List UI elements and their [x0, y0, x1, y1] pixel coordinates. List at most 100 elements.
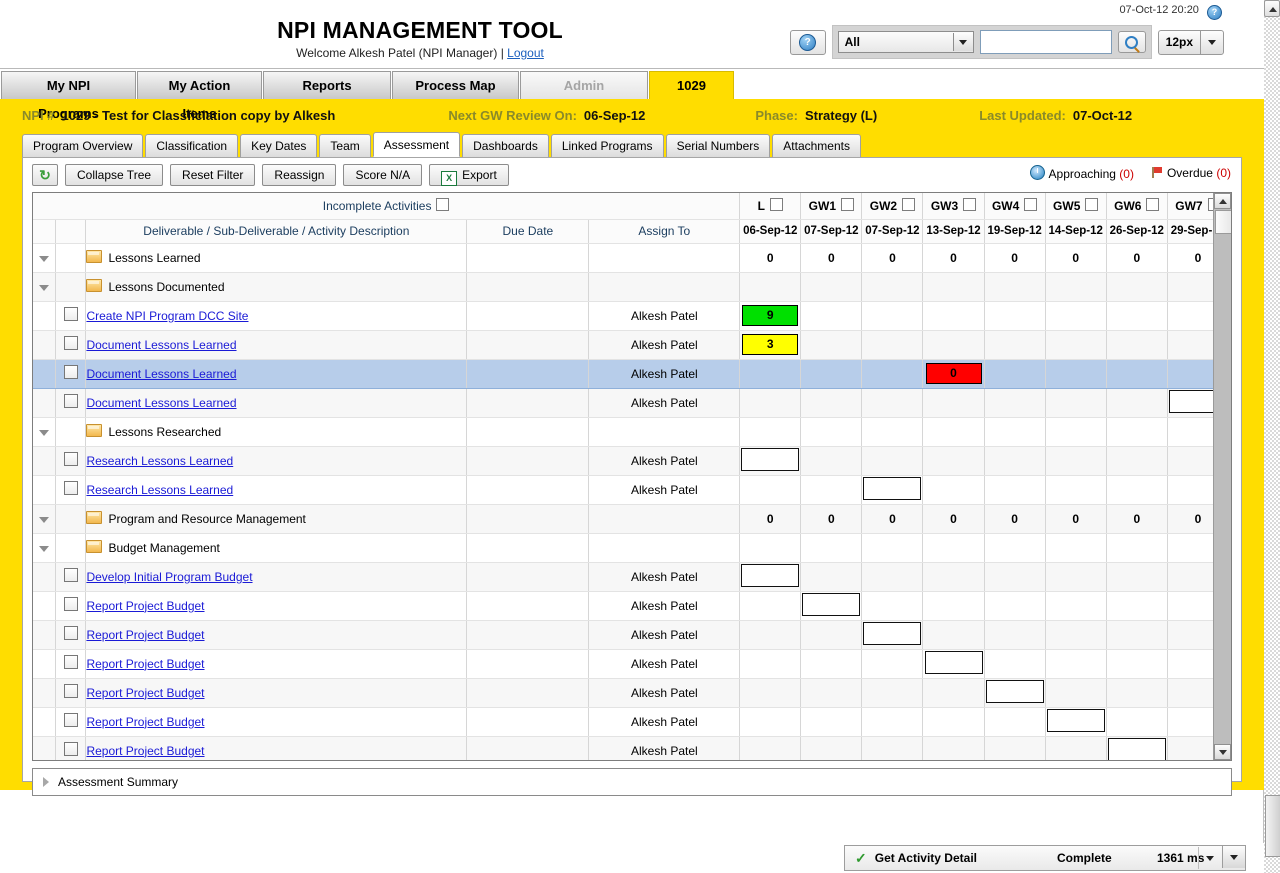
score-box[interactable]: 9 [742, 305, 799, 326]
row-checkbox[interactable] [63, 394, 78, 408]
row-checkbox-cell[interactable] [55, 301, 87, 331]
activity-link[interactable]: Report Project Budget [86, 686, 204, 700]
score-box-empty[interactable] [741, 563, 800, 587]
activity-link[interactable]: Report Project Budget [86, 715, 204, 729]
tab-process-map[interactable]: Process Map [392, 71, 519, 99]
gate-cell-gw1[interactable] [800, 591, 863, 621]
row-checkbox[interactable] [63, 713, 78, 727]
grid-vertical-scrollbar[interactable] [1213, 193, 1231, 760]
row-checkbox[interactable] [63, 568, 78, 582]
gate-cell-gw2[interactable] [861, 620, 924, 650]
subtab-dashboards[interactable]: Dashboards [462, 134, 549, 157]
row-checkbox-cell[interactable] [55, 330, 87, 360]
gate-cell-gw3[interactable] [922, 649, 985, 679]
browser-vertical-scrollbar[interactable] [1263, 0, 1280, 873]
activity-link[interactable]: Report Project Budget [86, 744, 204, 758]
approaching-indicator[interactable]: Approaching (0) [1029, 165, 1134, 181]
subtab-program-overview[interactable]: Program Overview [22, 134, 144, 157]
score-box-empty[interactable] [741, 447, 800, 471]
row-checkbox-cell[interactable] [55, 562, 87, 592]
table-row[interactable]: Lessons Researched [33, 417, 1230, 447]
score-box-empty[interactable] [985, 679, 1044, 703]
search-input[interactable] [979, 30, 1112, 54]
row-checkbox[interactable] [63, 655, 78, 669]
row-checkbox[interactable] [63, 597, 78, 611]
gate-cell-gw3[interactable]: 0 [922, 358, 985, 389]
score-box-empty[interactable] [863, 476, 922, 500]
tab-program-1029[interactable]: 1029 [649, 71, 734, 99]
row-checkbox[interactable] [63, 684, 78, 698]
table-row[interactable]: Research Lessons Learned Alkesh Patel [33, 446, 1230, 476]
score-na-button[interactable]: Score N/A [343, 164, 423, 186]
row-checkbox-cell[interactable] [55, 475, 87, 505]
activity-link[interactable]: Create NPI Program DCC Site [86, 309, 248, 323]
score-box-empty[interactable] [1046, 708, 1105, 732]
row-checkbox-cell[interactable] [55, 678, 87, 708]
row-checkbox[interactable] [63, 481, 78, 495]
assessment-summary-section[interactable]: Assessment Summary [32, 768, 1232, 796]
table-row[interactable]: Document Lessons Learned Alkesh Patel [33, 388, 1230, 418]
subtab-classification[interactable]: Classification [145, 134, 239, 157]
assign-to-column-header[interactable]: Assign To [588, 219, 741, 244]
table-row[interactable]: Research Lessons Learned Alkesh Patel [33, 475, 1230, 505]
status-expand-button[interactable] [1222, 846, 1245, 868]
gate-cell-l[interactable]: 9 [739, 301, 802, 331]
due-date-column-header[interactable]: Due Date [466, 219, 590, 244]
table-row[interactable]: Lessons Documented [33, 272, 1230, 302]
row-expander[interactable] [33, 243, 56, 273]
score-box-empty[interactable] [863, 621, 922, 645]
row-checkbox-cell[interactable] [55, 358, 87, 389]
gate-cell-l[interactable] [739, 562, 802, 592]
row-checkbox-cell[interactable] [55, 388, 87, 418]
row-expander[interactable] [33, 504, 56, 534]
table-row[interactable]: Report Project Budget Alkesh Patel [33, 707, 1230, 737]
activity-link[interactable]: Document Lessons Learned [86, 367, 236, 381]
subtab-assessment[interactable]: Assessment [372, 132, 461, 157]
row-checkbox[interactable] [63, 626, 78, 640]
row-checkbox[interactable] [63, 307, 78, 321]
table-row[interactable]: Document Lessons Learned Alkesh Patel 0 [33, 358, 1230, 389]
subtab-team[interactable]: Team [319, 134, 371, 157]
score-box[interactable]: 3 [742, 334, 799, 355]
gate-checkbox-gw6[interactable] [1146, 198, 1160, 212]
activity-link[interactable]: Research Lessons Learned [86, 454, 233, 468]
grid-scroll-down-arrow[interactable] [1214, 744, 1231, 760]
row-checkbox-cell[interactable] [55, 591, 87, 621]
row-checkbox-cell[interactable] [55, 707, 87, 737]
collapse-tree-button[interactable]: Collapse Tree [65, 164, 164, 186]
score-box[interactable]: 0 [925, 363, 982, 384]
gate-cell-gw4[interactable] [984, 678, 1046, 708]
grid-scroll-up-arrow[interactable] [1214, 193, 1231, 209]
tab-reports[interactable]: Reports [263, 71, 391, 99]
gate-checkbox-gw5[interactable] [1085, 198, 1099, 212]
tab-my-npi-programs[interactable]: My NPI Programs [1, 71, 136, 121]
activity-link[interactable]: Document Lessons Learned [86, 338, 236, 352]
logout-link[interactable]: Logout [507, 46, 544, 60]
gate-cell-gw6[interactable] [1106, 736, 1168, 760]
description-column-header[interactable]: Deliverable / Sub-Deliverable / Activity… [85, 219, 468, 244]
row-checkbox-cell[interactable] [55, 446, 87, 476]
table-row[interactable]: Create NPI Program DCC Site Alkesh Patel 9 [33, 301, 1230, 331]
search-scope-select[interactable]: All [837, 31, 974, 53]
font-size-select[interactable]: 12px [1157, 29, 1224, 55]
search-button[interactable] [1117, 31, 1146, 53]
scroll-up-arrow[interactable] [1264, 0, 1280, 17]
reassign-button[interactable]: Reassign [262, 164, 337, 186]
table-row[interactable]: Lessons Learned 0 0 0 0 0 0 0 0 [33, 243, 1230, 273]
row-checkbox[interactable] [63, 336, 78, 350]
overdue-indicator[interactable]: Overdue (0) [1150, 166, 1231, 180]
font-size-chevron-down-icon[interactable] [1200, 29, 1224, 55]
activity-link[interactable]: Document Lessons Learned [86, 396, 236, 410]
row-expander[interactable] [33, 417, 56, 447]
activity-link[interactable]: Report Project Budget [86, 657, 204, 671]
table-row[interactable]: Report Project Budget Alkesh Patel [33, 649, 1230, 679]
chevron-down-icon[interactable] [952, 33, 973, 51]
score-box-empty[interactable] [1107, 737, 1166, 760]
table-row[interactable]: Budget Management [33, 533, 1230, 563]
reset-filter-button[interactable]: Reset Filter [170, 164, 256, 186]
incomplete-activities-checkbox[interactable] [436, 198, 450, 212]
gate-checkbox-gw3[interactable] [963, 198, 977, 212]
table-row[interactable]: Report Project Budget Alkesh Patel [33, 591, 1230, 621]
table-row[interactable]: Program and Resource Management 0 0 0 0 0 0 0 0 [33, 504, 1230, 534]
gate-cell-gw2[interactable] [861, 475, 924, 505]
